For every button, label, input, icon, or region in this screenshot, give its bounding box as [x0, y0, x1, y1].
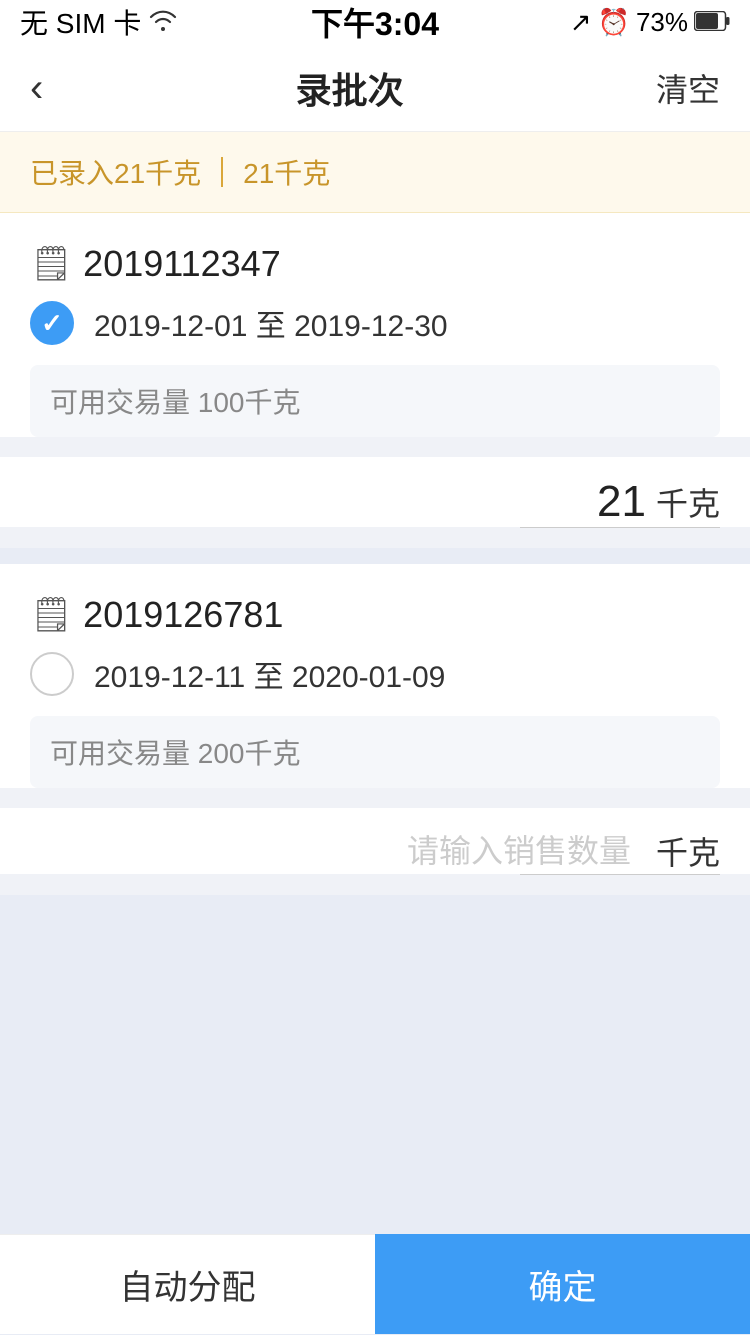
- batch2-avail: 可用交易量 200千克: [30, 716, 720, 788]
- clear-button[interactable]: 清空: [656, 65, 720, 111]
- batch1-qty-divider: [520, 527, 720, 528]
- back-button[interactable]: ‹: [30, 68, 43, 108]
- info-bar: 已录入21千克 21千克: [0, 132, 750, 213]
- batch1-number: 2019112347: [83, 243, 281, 285]
- batch2-input-row: 千克: [0, 808, 750, 874]
- recorded-text: 已录入21千克: [30, 152, 201, 192]
- info-divider: [221, 157, 223, 187]
- location-icon: ↗: [570, 7, 592, 38]
- batch2-header: 🗒 2019126781: [30, 594, 720, 636]
- batch1-qty-unit: 千克: [656, 479, 720, 525]
- status-bar: 无 SIM 卡 下午3:04 ↗ ⏰ 73%: [0, 0, 750, 44]
- batch-item-2: 🗒 2019126781 2019-12-11 至 2020-01-09 可用交…: [0, 564, 750, 788]
- clock-icon: ⏰: [598, 7, 630, 38]
- status-right: ↗ ⏰ 73%: [570, 7, 730, 38]
- wifi-icon: [149, 6, 177, 38]
- batch2-date: 2019-12-11 至 2020-01-09: [94, 652, 445, 696]
- batch1-radio[interactable]: [30, 301, 74, 345]
- batch2-radio[interactable]: [30, 652, 74, 696]
- section-separator: [0, 548, 750, 564]
- batch2-qty-input[interactable]: [386, 833, 646, 870]
- batch-item-1: 🗒 2019112347 2019-12-01 至 2019-12-30 可用交…: [0, 213, 750, 437]
- batch1-header: 🗒 2019112347: [30, 243, 720, 285]
- total-text: 21千克: [243, 152, 330, 192]
- confirm-button[interactable]: 确定: [375, 1234, 750, 1334]
- carrier-text: 无 SIM 卡: [20, 2, 141, 42]
- batch1-qty-value: 21: [597, 477, 646, 527]
- batch2-date-row: 2019-12-11 至 2020-01-09: [30, 652, 720, 716]
- status-left: 无 SIM 卡: [20, 2, 177, 42]
- battery-text: 73%: [636, 7, 688, 38]
- batch1-date-row: 2019-12-01 至 2019-12-30: [30, 301, 720, 365]
- batch1-avail: 可用交易量 100千克: [30, 365, 720, 437]
- batch2-number: 2019126781: [83, 594, 283, 636]
- status-time: 下午3:04: [311, 0, 439, 45]
- batch2-icon: 🗒: [30, 595, 73, 635]
- batch2-input-divider: [520, 874, 720, 875]
- batch1-icon: 🗒: [30, 244, 73, 284]
- auto-distribute-button[interactable]: 自动分配: [0, 1234, 375, 1334]
- page-title: 录批次: [296, 62, 404, 114]
- batch2-input-unit: 千克: [656, 828, 720, 874]
- batch1-date: 2019-12-01 至 2019-12-30: [94, 301, 448, 345]
- battery-icon: [694, 7, 730, 38]
- nav-bar: ‹ 录批次 清空: [0, 44, 750, 132]
- batch1-qty-row: 21 千克: [0, 457, 750, 527]
- bottom-bar: 自动分配 确定: [0, 1234, 750, 1334]
